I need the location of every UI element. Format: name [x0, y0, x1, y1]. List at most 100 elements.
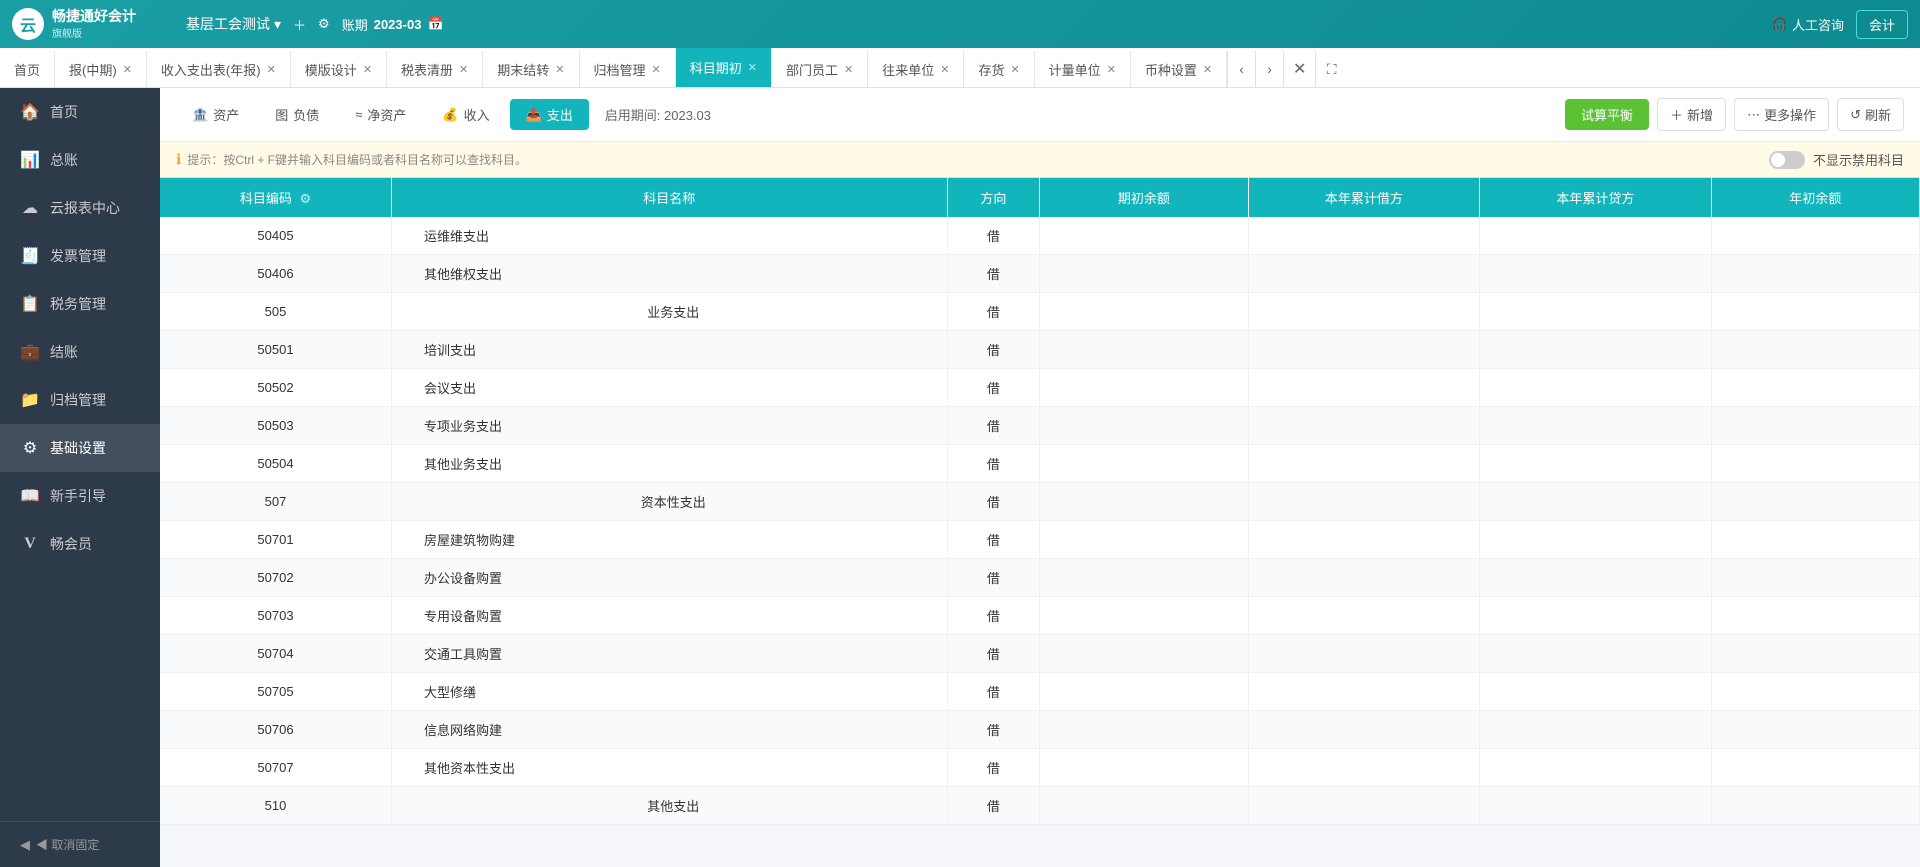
cell-balance — [1040, 749, 1248, 787]
cell-credit-sum — [1480, 711, 1712, 749]
filter-tab-asset[interactable]: 🏦 资产 — [176, 99, 255, 130]
tab-income-annual[interactable]: 收入支出表(年报) ✕ — [147, 51, 291, 87]
close-icon[interactable]: ✕ — [652, 63, 661, 76]
sidebar-item-home[interactable]: 🏠 首页 — [0, 88, 160, 136]
tab-contacts[interactable]: 往来单位 ✕ — [868, 51, 964, 87]
sidebar-item-guide[interactable]: 📖 新手引导 — [0, 472, 160, 520]
sidebar-item-archive[interactable]: 📁 归档管理 — [0, 376, 160, 424]
table-row[interactable]: 50704 交通工具购置 借 — [160, 635, 1920, 673]
close-icon[interactable]: ✕ — [748, 61, 757, 74]
cell-name: 其他资本性支出 — [392, 749, 948, 787]
cell-debit-sum — [1248, 407, 1480, 445]
table-row[interactable]: 50703 专用设备购置 借 — [160, 597, 1920, 635]
filter-tab-expense[interactable]: 📤 支出 — [510, 99, 589, 130]
net-asset-icon: ≈ — [355, 107, 362, 122]
th-init-balance: 年初余额 — [1711, 178, 1919, 217]
company-name[interactable]: 基层工会测试 ▾ — [186, 14, 281, 34]
close-icon[interactable]: ✕ — [1010, 63, 1019, 76]
cell-name: 大型修缮 — [392, 673, 948, 711]
sidebar-item-closing[interactable]: 💼 结账 — [0, 328, 160, 376]
table-row[interactable]: 50405 运维维支出 借 — [160, 217, 1920, 255]
tab-dept[interactable]: 部门员工 ✕ — [772, 51, 868, 87]
cell-credit-sum — [1480, 445, 1712, 483]
tab-unit[interactable]: 计量单位 ✕ — [1035, 51, 1131, 87]
filter-tab-liability[interactable]: 图 负债 — [259, 99, 335, 130]
cell-balance — [1040, 787, 1248, 825]
cell-direction: 借 — [947, 331, 1040, 369]
close-icon[interactable]: ✕ — [459, 63, 468, 76]
table-row[interactable]: 50501 培训支出 借 — [160, 331, 1920, 369]
table-row[interactable]: 50406 其他维权支出 借 — [160, 255, 1920, 293]
add-module-button[interactable]: ＋ — [293, 15, 306, 34]
cell-direction: 借 — [947, 293, 1040, 331]
sidebar-pin-toggle[interactable]: ◀ ◀ 取消固定 — [0, 821, 160, 867]
table-row[interactable]: 507 资本性支出 借 — [160, 483, 1920, 521]
table-row[interactable]: 50706 信息网络购建 借 — [160, 711, 1920, 749]
close-icon[interactable]: ✕ — [844, 63, 853, 76]
disable-toggle[interactable] — [1769, 151, 1805, 169]
cell-code: 50705 — [160, 673, 392, 711]
table-row[interactable]: 50503 专项业务支出 借 — [160, 407, 1920, 445]
tab-next-button[interactable]: › — [1255, 51, 1283, 87]
table-row[interactable]: 50707 其他资本性支出 借 — [160, 749, 1920, 787]
cell-name: 房屋建筑物购建 — [392, 521, 948, 559]
cell-init-balance — [1711, 521, 1919, 559]
tab-midterm[interactable]: 报(中期) ✕ — [55, 51, 147, 87]
tab-period-close[interactable]: 期末结转 ✕ — [483, 51, 579, 87]
tab-currency[interactable]: 币种设置 ✕ — [1131, 51, 1227, 87]
calendar-icon[interactable]: 📅 — [427, 16, 443, 32]
service-button[interactable]: 🎧 人工咨询 — [1772, 15, 1844, 34]
balance-button[interactable]: 试算平衡 — [1565, 99, 1649, 130]
sidebar-item-tax[interactable]: 📋 税务管理 — [0, 280, 160, 328]
cell-debit-sum — [1248, 217, 1480, 255]
settings-icon: ⚙ — [20, 438, 40, 458]
tab-expand-button[interactable]: ⛶ — [1315, 51, 1347, 87]
tab-close-all-button[interactable]: ✕ — [1283, 51, 1315, 87]
tab-tax[interactable]: 税表清册 ✕ — [387, 51, 483, 87]
more-button[interactable]: ⋯ 更多操作 — [1734, 98, 1829, 131]
gear-icon[interactable]: ⚙ — [299, 191, 311, 206]
table-row[interactable]: 50702 办公设备购置 借 — [160, 559, 1920, 597]
sidebar-item-reports[interactable]: ☁ 云报表中心 — [0, 184, 160, 232]
tab-inventory[interactable]: 存货 ✕ — [964, 51, 1034, 87]
add-button[interactable]: ＋ 新增 — [1657, 98, 1726, 131]
close-icon[interactable]: ✕ — [363, 63, 372, 76]
th-debit-sum: 本年累计借方 — [1248, 178, 1480, 217]
close-icon[interactable]: ✕ — [1107, 63, 1116, 76]
tab-archive[interactable]: 归档管理 ✕ — [580, 51, 676, 87]
close-icon[interactable]: ✕ — [1203, 63, 1212, 76]
cell-name: 其他维权支出 — [392, 255, 948, 293]
cell-code: 50501 — [160, 331, 392, 369]
tab-home[interactable]: 首页 — [0, 51, 55, 87]
sidebar-item-member[interactable]: V 畅会员 — [0, 520, 160, 568]
cell-balance — [1040, 217, 1248, 255]
sidebar-item-ledger[interactable]: 📊 总账 — [0, 136, 160, 184]
close-icon[interactable]: ✕ — [555, 63, 564, 76]
sidebar-item-settings[interactable]: ⚙ 基础设置 — [0, 424, 160, 472]
refresh-button[interactable]: ↺ 刷新 — [1837, 98, 1904, 131]
logo-area: 云 畅捷通好会计 旗舰版 — [12, 8, 170, 40]
table-row[interactable]: 505 业务支出 借 — [160, 293, 1920, 331]
tab-prev-button[interactable]: ‹ — [1227, 51, 1255, 87]
plus-icon: ＋ — [1670, 105, 1683, 124]
table-row[interactable]: 50502 会议支出 借 — [160, 369, 1920, 407]
table-row[interactable]: 50705 大型修缮 借 — [160, 673, 1920, 711]
settings-button[interactable]: ⚙ — [318, 16, 330, 32]
hint-bar: ℹ 提示：按Ctrl + F键并输入科目编码或者科目名称可以查找科目。 不显示禁… — [160, 142, 1920, 178]
table-row[interactable]: 510 其他支出 借 — [160, 787, 1920, 825]
close-icon[interactable]: ✕ — [940, 63, 949, 76]
cell-code: 505 — [160, 293, 392, 331]
filter-tab-income[interactable]: 💰 收入 — [426, 99, 505, 130]
period-label: 账期 2023-03 📅 — [342, 15, 444, 34]
cell-code: 50701 — [160, 521, 392, 559]
account-button[interactable]: 会计 — [1856, 10, 1908, 39]
table-row[interactable]: 50504 其他业务支出 借 — [160, 445, 1920, 483]
tab-template[interactable]: 模版设计 ✕ — [291, 51, 387, 87]
close-icon[interactable]: ✕ — [267, 63, 276, 76]
filter-tab-net-asset[interactable]: ≈ 净资产 — [339, 99, 422, 130]
tab-subject-init[interactable]: 科目期初 ✕ — [676, 48, 772, 87]
cell-code: 50702 — [160, 559, 392, 597]
close-icon[interactable]: ✕ — [123, 63, 132, 76]
sidebar-item-invoice[interactable]: 🧾 发票管理 — [0, 232, 160, 280]
table-row[interactable]: 50701 房屋建筑物购建 借 — [160, 521, 1920, 559]
